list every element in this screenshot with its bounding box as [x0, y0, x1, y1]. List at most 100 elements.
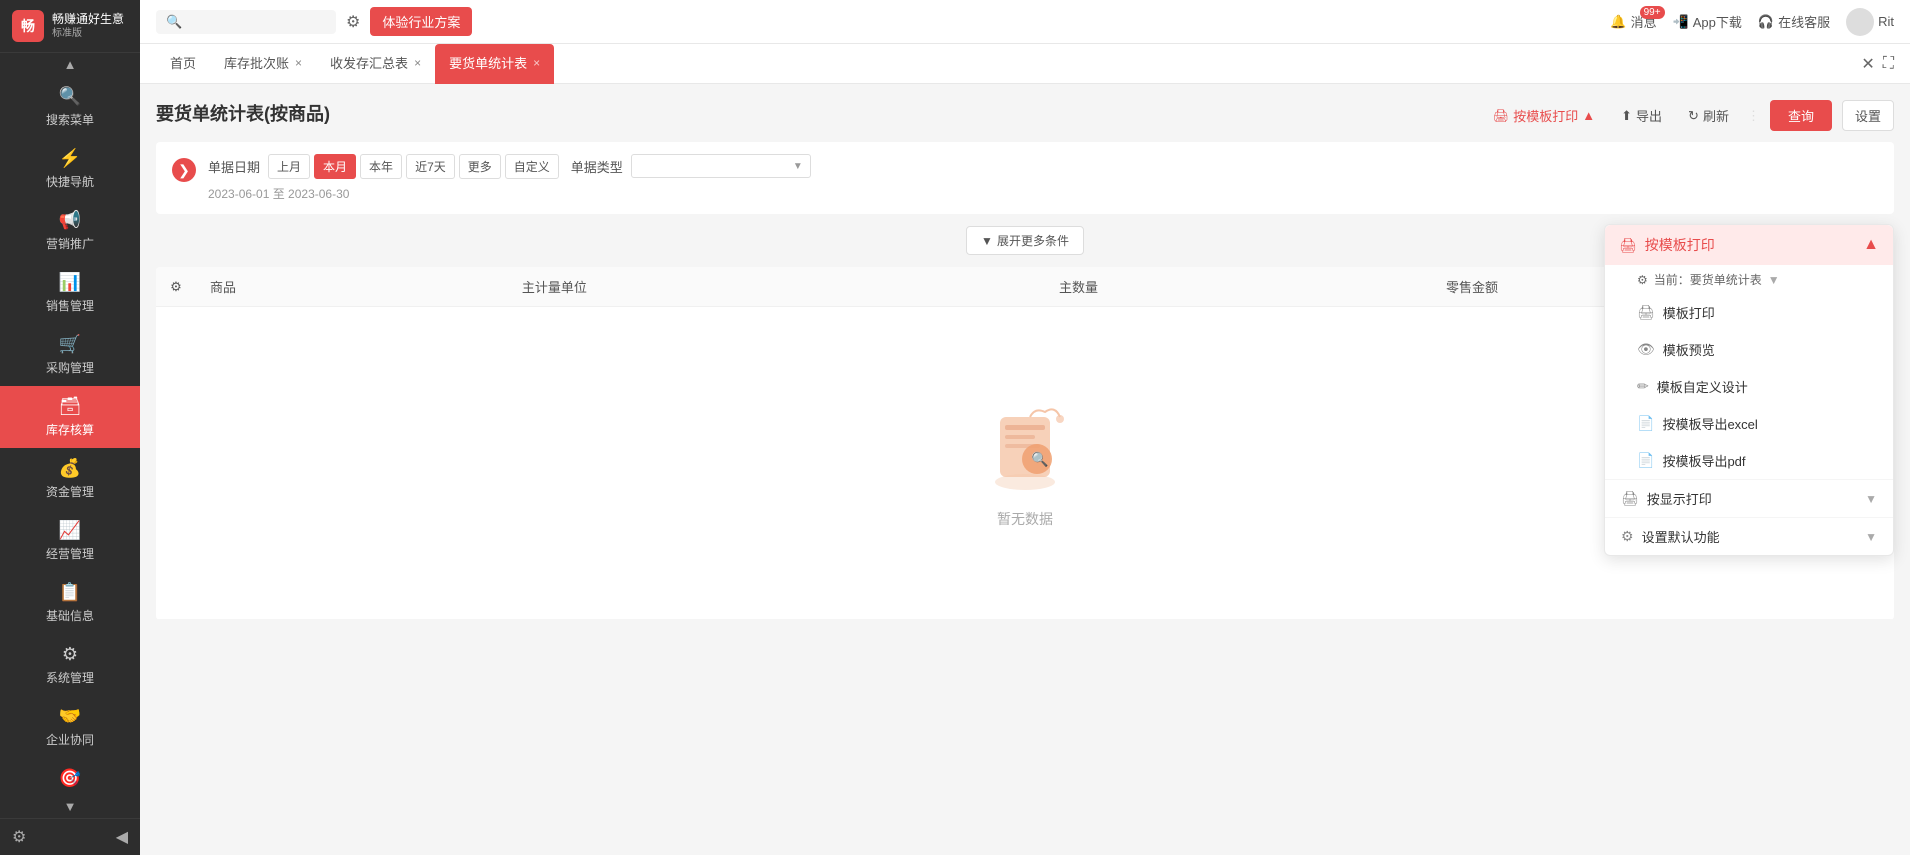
logo-text: 畅赚通好生意 标准版	[52, 12, 124, 41]
sidebar-item-quick-nav[interactable]: ⚡ 快捷导航	[0, 138, 140, 200]
handshake-icon: 🤝	[59, 706, 81, 727]
empty-illustration: 🔍	[975, 397, 1075, 497]
collapse-icon[interactable]: ◀	[116, 827, 128, 847]
print-dropdown: 🖨 按模板打印 ▲ ⚙ 当前：要货单统计表 ▼ 🖨 模板打印 👁 模板	[1604, 224, 1894, 556]
maximize-window-icon[interactable]: ⛶	[1883, 55, 1894, 73]
dropdown-close-button[interactable]: ▲	[1863, 236, 1879, 254]
trial-button[interactable]: 体验行业方案	[370, 7, 472, 36]
settings-button[interactable]: 设置	[1842, 100, 1894, 131]
dropdown-item-template-print[interactable]: 🖨 模板打印	[1605, 294, 1893, 331]
logo-icon: 畅	[12, 10, 44, 42]
main-area: 🔍 ⚙ 体验行业方案 🔔 消息 99+ 📲 App下载 🎧 在线客服 Rit	[140, 0, 1910, 855]
date-range-display: 2023-06-01 至 2023-06-30	[208, 185, 349, 202]
current-arrow-icon: ▼	[1768, 273, 1780, 287]
dropdown-item-template-pdf[interactable]: 📄 按模板导出pdf	[1605, 442, 1893, 479]
current-year-btn[interactable]: 本年	[360, 154, 402, 179]
lightning-icon: ⚡	[59, 148, 81, 169]
tab-order-summary-close[interactable]: ×	[533, 56, 540, 70]
dropdown-sub-set-default[interactable]: ⚙ 设置默认功能 ▼	[1605, 517, 1893, 555]
printer-icon: 🖨	[1493, 108, 1510, 124]
template-excel-icon: 📄	[1637, 415, 1654, 432]
query-button[interactable]: 查询	[1770, 100, 1832, 131]
current-template-badge: ⚙ 当前：要货单统计表 ▼	[1605, 265, 1893, 294]
sidebar-item-finance[interactable]: 💰 资金管理	[0, 448, 140, 510]
date-range-row: 2023-06-01 至 2023-06-30	[208, 185, 559, 202]
topbar-right: 🔔 消息 99+ 📲 App下载 🎧 在线客服 Rit	[1610, 8, 1894, 36]
topbar-search-box[interactable]: 🔍	[156, 10, 336, 34]
close-window-icon[interactable]: ✕	[1861, 54, 1874, 74]
sidebar-scroll-up[interactable]: ▲	[0, 53, 140, 76]
export-icon: ⬆	[1621, 108, 1632, 124]
current-label: 当前：要货单统计表	[1654, 271, 1762, 288]
template-pdf-label: 按模板导出pdf	[1662, 451, 1745, 470]
col-unit: 主计量单位	[508, 267, 1045, 307]
topbar: 🔍 ⚙ 体验行业方案 🔔 消息 99+ 📲 App下载 🎧 在线客服 Rit	[140, 0, 1910, 44]
sidebar-item-label: 营销推广	[46, 235, 94, 252]
dropdown-item-template-custom[interactable]: ✏ 模板自定义设计	[1605, 368, 1893, 405]
sidebar-scroll-down[interactable]: ▼	[0, 795, 140, 818]
dropdown-item-template-preview[interactable]: 👁 模板预览	[1605, 331, 1893, 368]
tab-collection-summary[interactable]: 收发存汇总表 ×	[316, 44, 435, 84]
sidebar-item-guide[interactable]: 🎯 新手引导	[0, 758, 140, 795]
megaphone-icon: 📢	[59, 210, 81, 231]
topbar-gear-icon[interactable]: ⚙	[346, 12, 360, 32]
more-date-btn[interactable]: 更多	[459, 154, 501, 179]
app-download-button[interactable]: 📲 App下载	[1673, 12, 1742, 31]
sidebar-item-sales[interactable]: 📊 销售管理	[0, 262, 140, 324]
expand-more-button[interactable]: ▼ 展开更多条件	[966, 226, 1084, 255]
sidebar-item-search[interactable]: 🔍 搜索菜单	[0, 76, 140, 138]
custom-date-btn[interactable]: 自定义	[505, 154, 559, 179]
date-filter-group: 单据日期 上月 本月 本年 近7天 更多 自定义 2023-06-01 至 20…	[208, 154, 559, 202]
current-month-btn[interactable]: 本月	[314, 154, 356, 179]
sidebar-item-label: 销售管理	[46, 297, 94, 314]
refresh-button[interactable]: ↻ 刷新	[1680, 101, 1737, 130]
message-badge: 99+	[1640, 6, 1665, 19]
display-print-arrow-icon: ▼	[1865, 492, 1877, 506]
online-service-label: 在线客服	[1778, 12, 1830, 31]
dropdown-item-template-excel[interactable]: 📄 按模板导出excel	[1605, 405, 1893, 442]
filter-expand-button[interactable]: ❯	[172, 158, 196, 182]
sidebar-item-inventory[interactable]: 🗃 库存核算	[0, 386, 140, 448]
tab-order-summary[interactable]: 要货单统计表 ×	[435, 44, 554, 84]
date-label: 单据日期	[208, 157, 260, 176]
sidebar-item-purchase[interactable]: 🛒 采购管理	[0, 324, 140, 386]
tab-home[interactable]: 首页	[156, 44, 210, 84]
prev-month-btn[interactable]: 上月	[268, 154, 310, 179]
sidebar-item-label: 搜索菜单	[46, 111, 94, 128]
tab-home-label: 首页	[170, 53, 196, 72]
sidebar: 畅 畅赚通好生意 标准版 ▲ 🔍 搜索菜单 ⚡ 快捷导航 📢 营销推广 📊 销售…	[0, 0, 140, 855]
content-actions: 🖨 按模板打印 ▲ ⬆ 导出 ↻ 刷新 ⋮ 查询 设置	[1485, 100, 1894, 131]
sidebar-item-marketing[interactable]: 📢 营销推广	[0, 200, 140, 262]
sidebar-item-collab[interactable]: 🤝 企业协同	[0, 696, 140, 758]
dropdown-header[interactable]: 🖨 按模板打印 ▲	[1605, 225, 1893, 265]
dropdown-sub-display-print[interactable]: 🖨 按显示打印 ▼	[1605, 479, 1893, 517]
print-template-label: 按模板打印	[1513, 106, 1578, 125]
print-template-button[interactable]: 🖨 按模板打印 ▲	[1485, 101, 1603, 130]
col-quantity: 主数量	[1045, 267, 1432, 307]
export-button[interactable]: ⬆ 导出	[1613, 101, 1670, 130]
type-filter-row: 单据类型	[571, 154, 811, 178]
type-select[interactable]	[631, 154, 811, 178]
download-icon: 📲	[1673, 14, 1689, 30]
tab-collection-summary-close[interactable]: ×	[414, 56, 421, 70]
cart-icon: 🛒	[59, 334, 81, 355]
sidebar-item-label: 基础信息	[46, 607, 94, 624]
tab-batch-account-close[interactable]: ×	[295, 56, 302, 70]
table-settings-icon[interactable]: ⚙	[170, 279, 182, 294]
user-profile[interactable]: Rit	[1846, 8, 1894, 36]
refresh-icon: ↻	[1688, 108, 1699, 124]
sidebar-item-label: 采购管理	[46, 359, 94, 376]
sidebar-item-system[interactable]: ⚙ 系统管理	[0, 634, 140, 696]
date-filter-row: 单据日期 上月 本月 本年 近7天 更多 自定义	[208, 154, 559, 179]
sidebar-item-label: 资金管理	[46, 483, 94, 500]
sidebar-item-basic[interactable]: 📋 基础信息	[0, 572, 140, 634]
template-custom-icon: ✏	[1637, 378, 1649, 395]
tab-batch-account[interactable]: 库存批次账 ×	[210, 44, 316, 84]
last-7days-btn[interactable]: 近7天	[406, 154, 455, 179]
search-input[interactable]	[188, 15, 308, 29]
online-service-button[interactable]: 🎧 在线客服	[1758, 12, 1830, 31]
app-download-label: App下载	[1693, 12, 1742, 31]
settings-footer-icon[interactable]: ⚙	[12, 827, 26, 847]
sidebar-item-operation[interactable]: 📈 经营管理	[0, 510, 140, 572]
message-button[interactable]: 🔔 消息 99+	[1610, 12, 1656, 31]
